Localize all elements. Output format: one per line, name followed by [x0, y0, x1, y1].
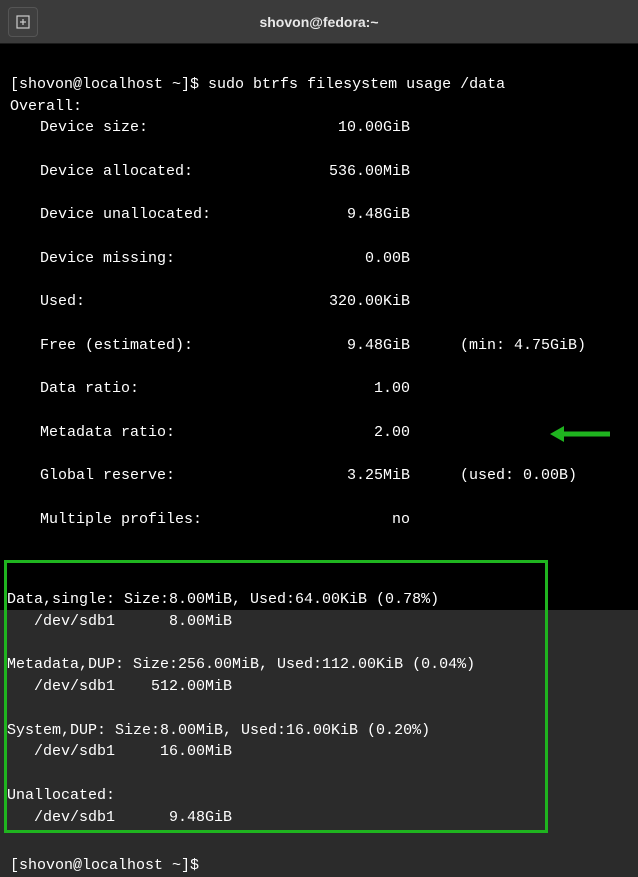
value: 2.00 — [230, 422, 410, 444]
data-section-device: /dev/sdb1 8.00MiB — [7, 613, 232, 630]
value: no — [230, 509, 410, 531]
command-text: sudo btrfs filesystem usage /data — [208, 76, 505, 93]
row-device-allocated: Device allocated:536.00MiB — [10, 161, 628, 183]
shell-prompt: [shovon@localhost ~]$ — [10, 76, 208, 93]
label: Data ratio: — [10, 378, 230, 400]
value: 10.00GiB — [230, 117, 410, 139]
new-tab-button[interactable] — [8, 7, 38, 37]
extra — [410, 378, 460, 400]
label: Multiple profiles: — [10, 509, 230, 531]
annotation-arrow-icon — [550, 422, 610, 446]
value: 0.00B — [230, 248, 410, 270]
shell-prompt-2: [shovon@localhost ~]$ — [10, 857, 208, 874]
label: Device size: — [10, 117, 230, 139]
value: 536.00MiB — [230, 161, 410, 183]
label: Device missing: — [10, 248, 230, 270]
label: Free (estimated): — [10, 335, 230, 357]
label: Global reserve: — [10, 465, 230, 487]
extra — [410, 291, 460, 313]
unallocated-section-header: Unallocated: — [7, 787, 115, 804]
overall-header: Overall: — [10, 98, 82, 115]
extra — [410, 204, 460, 226]
value: 9.48GiB — [230, 204, 410, 226]
extra: (used: 0.00B) — [410, 465, 577, 487]
row-metadata-ratio: Metadata ratio:2.00 — [10, 422, 628, 444]
extra — [410, 161, 460, 183]
row-multiple-profiles: Multiple profiles:no — [10, 509, 628, 531]
extra — [410, 422, 460, 444]
value: 3.25MiB — [230, 465, 410, 487]
extra — [410, 248, 460, 270]
row-used: Used:320.00KiB — [10, 291, 628, 313]
extra — [410, 117, 460, 139]
row-data-ratio: Data ratio:1.00 — [10, 378, 628, 400]
label: Metadata ratio: — [10, 422, 230, 444]
label: Device unallocated: — [10, 204, 230, 226]
system-section-header: System,DUP: Size:8.00MiB, Used:16.00KiB … — [7, 722, 430, 739]
value: 1.00 — [230, 378, 410, 400]
row-device-unallocated: Device unallocated:9.48GiB — [10, 204, 628, 226]
label: Used: — [10, 291, 230, 313]
row-global-reserve: Global reserve:3.25MiB(used: 0.00B) — [10, 465, 628, 487]
data-section-header: Data,single: Size:8.00MiB, Used:64.00KiB… — [7, 591, 439, 608]
extra — [410, 509, 460, 531]
value: 9.48GiB — [230, 335, 410, 357]
metadata-section-device: /dev/sdb1 512.00MiB — [7, 678, 232, 695]
new-tab-icon — [16, 15, 30, 29]
unallocated-section-device: /dev/sdb1 9.48GiB — [7, 809, 232, 826]
system-section-device: /dev/sdb1 16.00MiB — [7, 743, 232, 760]
window-titlebar: shovon@fedora:~ — [0, 0, 638, 44]
terminal-output[interactable]: [shovon@localhost ~]$ sudo btrfs filesys… — [0, 44, 638, 610]
row-device-missing: Device missing:0.00B — [10, 248, 628, 270]
extra: (min: 4.75GiB) — [410, 335, 586, 357]
highlighted-section: Data,single: Size:8.00MiB, Used:64.00KiB… — [4, 560, 548, 833]
metadata-section-header: Metadata,DUP: Size:256.00MiB, Used:112.0… — [7, 656, 475, 673]
label: Device allocated: — [10, 161, 230, 183]
row-free-estimated: Free (estimated):9.48GiB(min: 4.75GiB) — [10, 335, 628, 357]
window-title: shovon@fedora:~ — [38, 14, 600, 30]
value: 320.00KiB — [230, 291, 410, 313]
row-device-size: Device size:10.00GiB — [10, 117, 628, 139]
